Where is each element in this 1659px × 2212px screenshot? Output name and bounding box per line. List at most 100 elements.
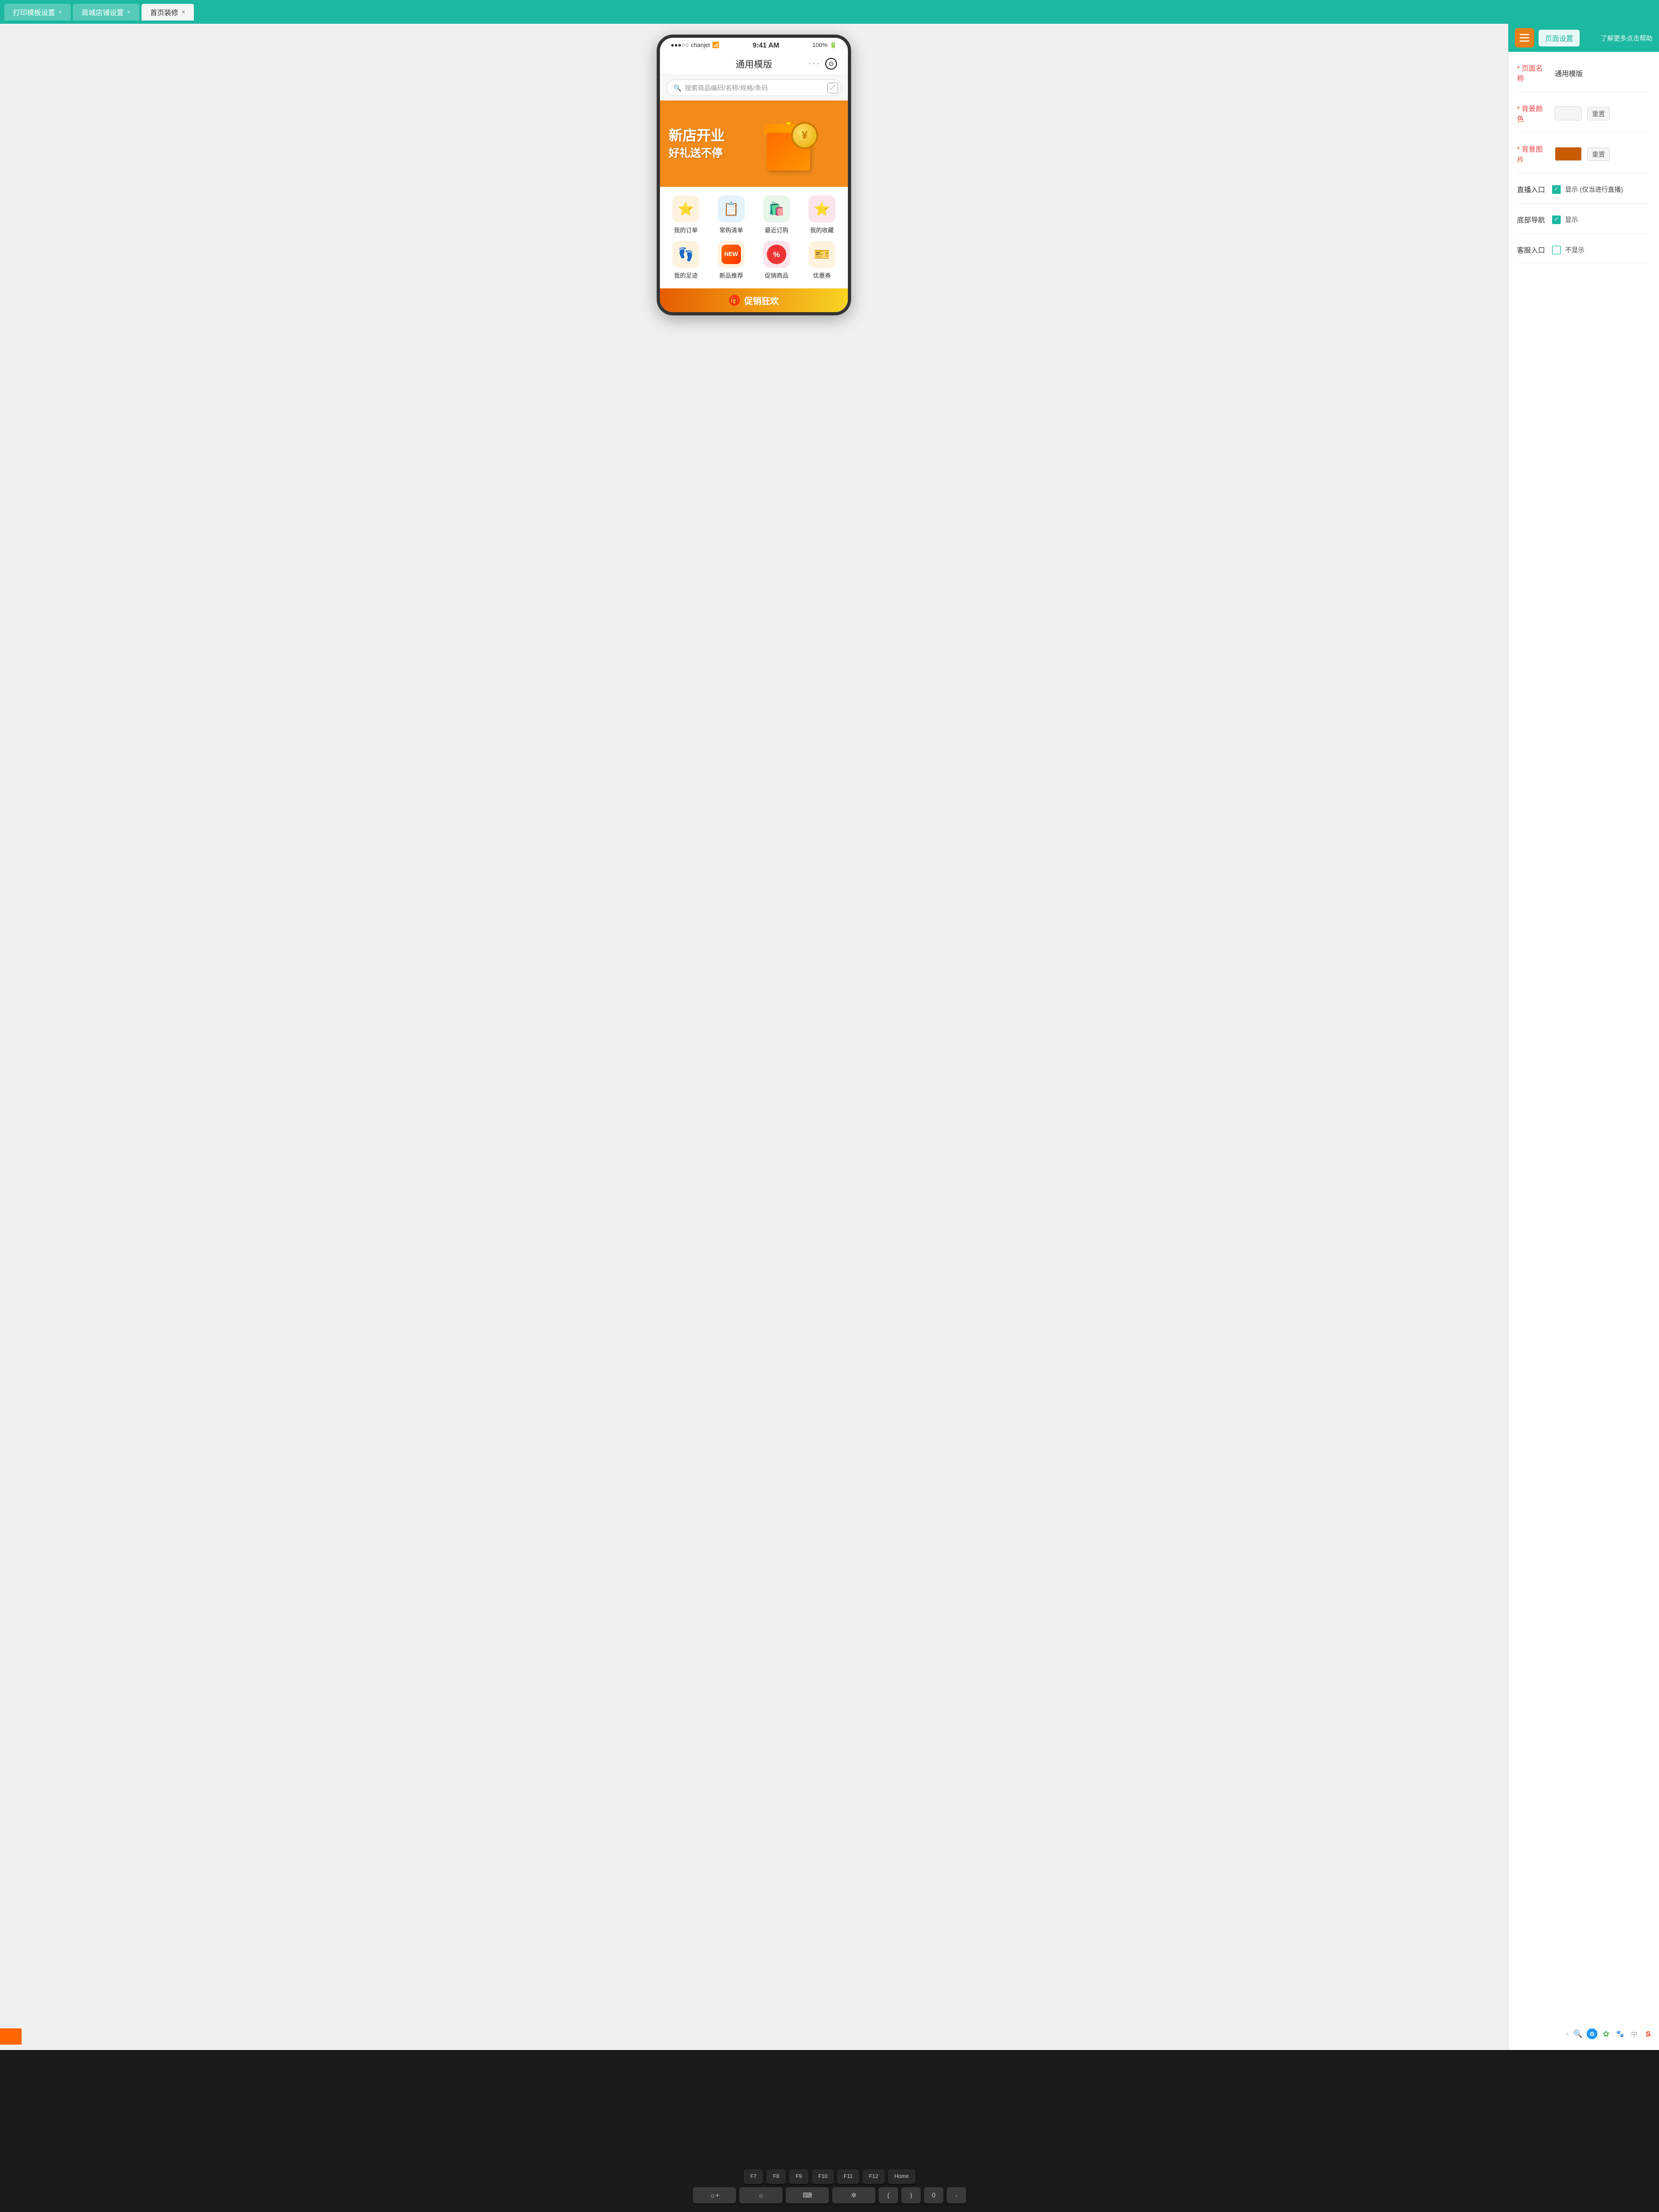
expand-button[interactable]: ⤢ — [827, 83, 838, 93]
key-zero[interactable]: 0 — [924, 2187, 943, 2203]
tray-icon-1[interactable]: ✿ — [1587, 2028, 1597, 2039]
key-f10[interactable]: F10 — [812, 2169, 834, 2184]
system-tray: ∧ 🔍 ✿ ✿ 🐾 中 S — [1565, 2028, 1654, 2039]
tray-icon-3[interactable]: 🐾 — [1615, 2028, 1626, 2039]
coupons-icon: 🎫 — [808, 241, 835, 268]
bottom-nav-checkbox[interactable] — [1552, 215, 1561, 224]
tab-home-decoration[interactable]: 首页装修 × — [141, 4, 194, 21]
banner-area[interactable]: 新店开业 好礼送不停 ¥ — [660, 100, 848, 187]
promo-bar[interactable]: 🎁 促销狂欢 — [660, 288, 848, 312]
tray-icon-4[interactable]: 中 — [1629, 2028, 1640, 2039]
bg-image-reset-button[interactable]: 重置 — [1587, 147, 1610, 161]
tab-label: 商城店铺设置 — [82, 7, 124, 17]
key-f9[interactable]: F9 — [789, 2169, 808, 2184]
tab-page-settings[interactable]: 页面设置 — [1539, 30, 1580, 46]
live-entry-checkbox-label: 显示 (仅当进行直播) — [1565, 185, 1623, 194]
key-keyboard[interactable]: ⌨ — [786, 2187, 829, 2203]
key-paren-open[interactable]: ( — [879, 2187, 898, 2203]
key-paren-close[interactable]: ) — [901, 2187, 921, 2203]
promo-icon: 🎁 — [729, 295, 740, 306]
tray-icon-5[interactable]: S — [1643, 2028, 1654, 2039]
app-container: 打印模板设置 × 商城店铺设置 × 首页装修 × ●●●○○ ●●●○○ cha… — [0, 0, 1659, 2212]
tab-store-settings[interactable]: 商城店铺设置 × — [73, 4, 139, 21]
key-f8[interactable]: F8 — [766, 2169, 786, 2184]
bg-color-reset-button[interactable]: 重置 — [1587, 107, 1610, 120]
hamburger-line-1 — [1520, 34, 1529, 35]
phone-frame: ●●●○○ ●●●○○ chanjet chanjet 📶 9:41 AM 10… — [657, 35, 851, 315]
page-name-label: * 页面名称 — [1517, 63, 1549, 83]
live-entry-row: 直播入口 显示 (仅当进行直播) — [1517, 184, 1650, 194]
bg-color-preview[interactable] — [1555, 106, 1582, 120]
menu-item-common-list[interactable]: 📋 常购清单 — [710, 195, 753, 234]
favorites-label: 我的收藏 — [810, 226, 834, 234]
menu-item-my-orders[interactable]: ⭐ 我的订单 — [664, 195, 707, 234]
key-home[interactable]: Home — [888, 2169, 915, 2184]
tray-icon-search[interactable]: 🔍 — [1573, 2028, 1583, 2039]
signal-dots: ●●●○○ — [671, 42, 689, 49]
bg-color-label: * 背景颜色 — [1517, 103, 1549, 124]
search-input[interactable]: 🔍 搜索商品编码/名称/规格/条码 — [666, 79, 841, 96]
key-f12[interactable]: F12 — [862, 2169, 885, 2184]
coupon-emoji: 🎫 — [814, 247, 830, 262]
panel-tabs: 页面设置 — [1539, 30, 1580, 46]
menu-item-promo-goods[interactable]: % 促销商品 — [755, 241, 798, 280]
bg-image-section: * 背景图片 重置 — [1517, 144, 1650, 173]
settings-panel: 页面设置 了解更多点击帮助 * 页面名称 通用模版 — [1508, 24, 1659, 2050]
menu-item-new-products[interactable]: NEW 新品推荐 — [710, 241, 753, 280]
menu-item-favorites[interactable]: ⭐ 我的收藏 — [800, 195, 844, 234]
page-name-row: * 页面名称 通用模版 — [1517, 63, 1650, 83]
phone-scan-button[interactable]: ⊙ — [825, 58, 837, 70]
tab-close-home[interactable]: × — [181, 8, 185, 16]
common-list-icon: 📋 — [718, 195, 745, 222]
coin-icon: ¥ — [791, 122, 818, 149]
time-display: 9:41 AM — [753, 41, 779, 49]
list-emoji: 📋 — [723, 201, 739, 217]
key-brightness-up[interactable]: ☼+ — [693, 2187, 736, 2203]
bottom-nav-row: 底部导航 显示 — [1517, 214, 1650, 225]
customer-service-row: 客服入口 不显示 — [1517, 245, 1650, 255]
hamburger-button[interactable] — [1515, 28, 1534, 48]
settings-form: * 页面名称 通用模版 * 背景颜色 重置 * 背景图片 — [1508, 52, 1659, 275]
my-orders-label: 我的订单 — [674, 226, 698, 234]
banner-decoration: ¥ — [734, 100, 842, 187]
battery-icon: 🔋 — [830, 42, 837, 49]
key-minus[interactable]: - — [947, 2187, 966, 2203]
tab-close-store[interactable]: × — [127, 8, 131, 16]
customer-service-checkbox[interactable] — [1552, 246, 1561, 254]
help-link[interactable]: 了解更多点击帮助 — [1601, 33, 1653, 43]
key-f11[interactable]: F11 — [837, 2169, 859, 2184]
tab-close-print[interactable]: × — [58, 8, 62, 16]
tab-print-settings[interactable]: 打印模板设置 × — [4, 4, 71, 21]
new-products-icon: NEW — [718, 241, 745, 268]
bg-image-preview[interactable] — [1555, 147, 1582, 161]
carrier-label: chanjet — [691, 42, 710, 49]
help-link-label: 了解更多点击帮助 — [1601, 35, 1653, 42]
footprint-emoji: 👣 — [678, 247, 694, 262]
signal-area: ●●●○○ ●●●○○ chanjet chanjet 📶 — [671, 42, 719, 49]
key-special[interactable]: ✲ — [832, 2187, 875, 2203]
recent-orders-icon: 🛍️ — [763, 195, 790, 222]
bg-image-row: * 背景图片 重置 — [1517, 144, 1650, 164]
keyboard-area: ∧ 🔍 ✿ ✿ 🐾 中 S F7 F8 F9 F10 F11 F12 Home … — [0, 2050, 1659, 2212]
live-entry-checkbox[interactable] — [1552, 185, 1561, 194]
search-bar-container: 🔍 搜索商品编码/名称/规格/条码 ⤢ — [660, 75, 848, 100]
favorites-icon: ⭐ — [808, 195, 835, 222]
hamburger-line-2 — [1520, 37, 1529, 38]
phone-nav-dots[interactable]: ··· — [808, 58, 821, 69]
orders-emoji: ⭐ — [678, 201, 694, 217]
menu-item-recent-orders[interactable]: 🛍️ 最近订购 — [755, 195, 798, 234]
keyboard-row-bottom: ☼+ ☼ ⌨ ✲ ( ) 0 - — [5, 2187, 1654, 2203]
expand-icon: ⤢ — [831, 85, 835, 91]
new-products-emoji: NEW — [721, 245, 741, 264]
key-brightness[interactable]: ☼ — [739, 2187, 783, 2203]
main-area: ●●●○○ ●●●○○ chanjet chanjet 📶 9:41 AM 10… — [0, 24, 1659, 2050]
menu-item-footprint[interactable]: 👣 我的足迹 — [664, 241, 707, 280]
key-f7[interactable]: F7 — [744, 2169, 763, 2184]
star-emoji: ⭐ — [814, 201, 830, 217]
left-orange-strip — [0, 2028, 22, 2045]
tray-icon-2[interactable]: ✿ — [1601, 2028, 1611, 2039]
menu-item-coupons[interactable]: 🎫 优惠券 — [800, 241, 844, 280]
phone-nav-title: 通用模版 — [736, 57, 772, 70]
footprint-icon: 👣 — [672, 241, 699, 268]
promo-emoji: % — [767, 245, 786, 264]
